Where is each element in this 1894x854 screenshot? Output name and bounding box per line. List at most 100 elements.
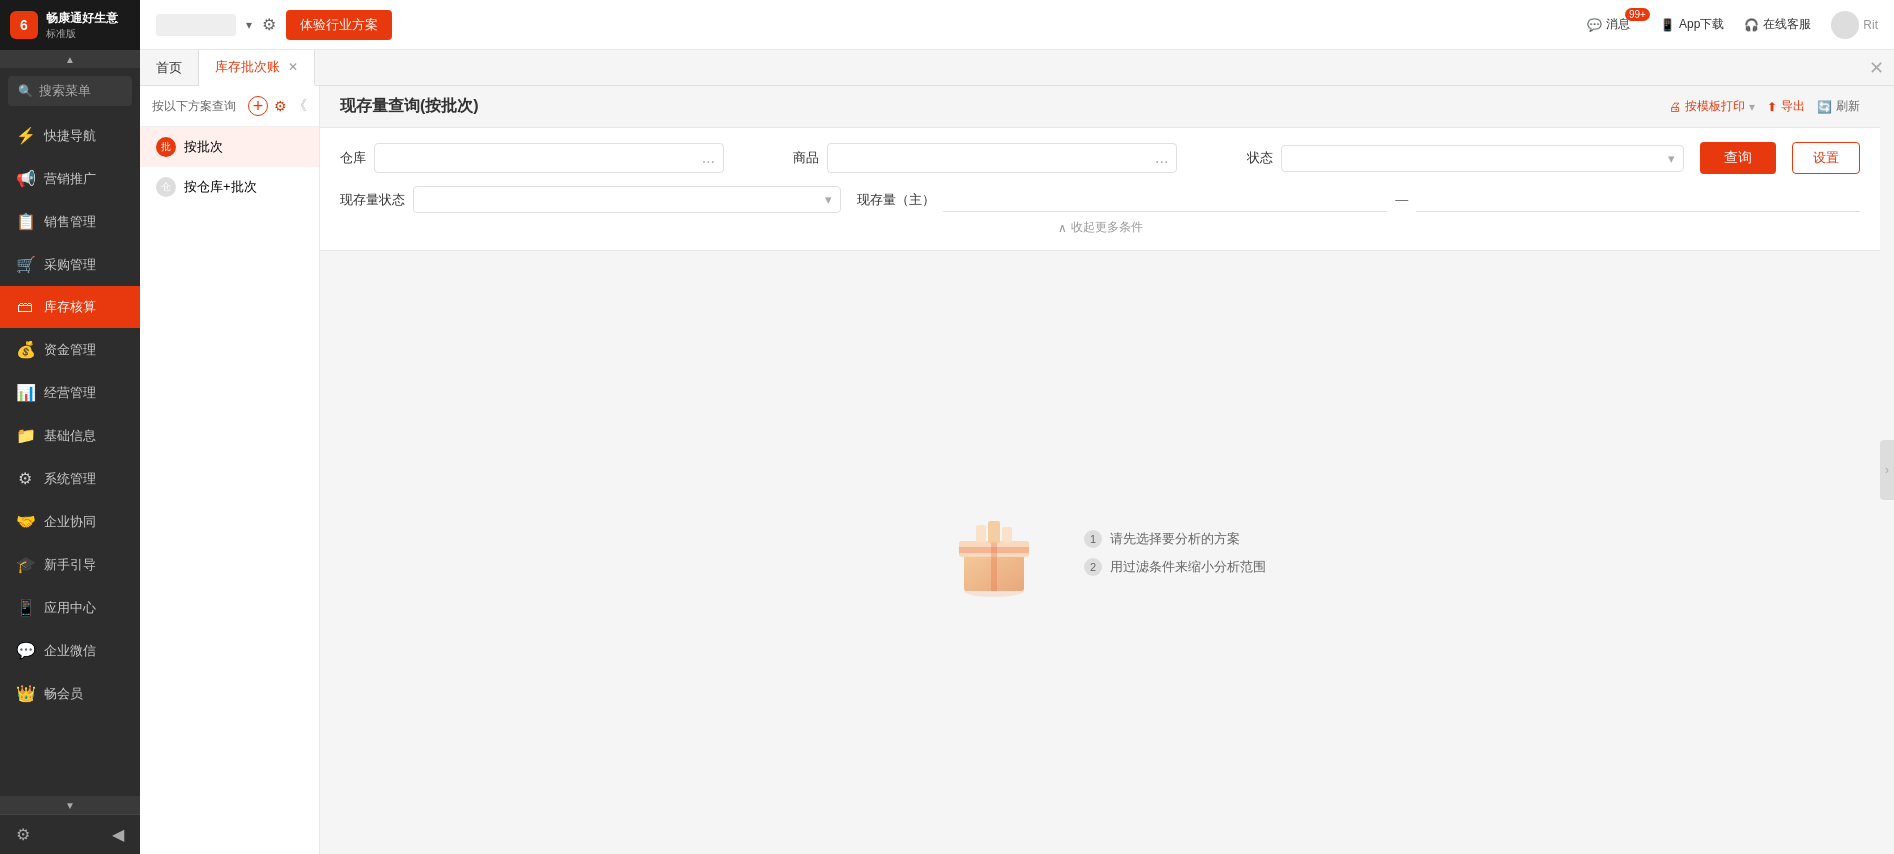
- purchase-icon: 🛒: [16, 255, 34, 274]
- tab-close-icon[interactable]: ✕: [288, 60, 298, 74]
- sidebar-item-label: 新手引导: [44, 556, 96, 574]
- topbar: ▾ ⚙ 体验行业方案 💬 消息 99+ 📱 App下载 🎧 在线客服 Rit: [140, 0, 1894, 50]
- footer-collapse-icon[interactable]: ◀: [112, 825, 124, 844]
- filter-row-1: 仓库 ... 商品 ... 状态: [340, 142, 1860, 174]
- sidebar-item-label: 畅会员: [44, 685, 83, 703]
- goods-dots-btn[interactable]: ...: [1155, 149, 1168, 167]
- headset-icon: 🎧: [1744, 18, 1759, 32]
- basic-icon: 📁: [16, 426, 34, 445]
- app-edition: 标准版: [46, 27, 118, 41]
- sidebar-item-shortcuts[interactable]: ⚡ 快捷导航: [0, 114, 140, 157]
- goods-field: 商品 ...: [793, 143, 1230, 173]
- empty-tips: 1 请先选择要分析的方案 2 用过滤条件来缩小分析范围: [1084, 530, 1266, 576]
- sidebar-item-system[interactable]: ⚙ 系统管理: [0, 457, 140, 500]
- svg-rect-5: [959, 547, 1029, 553]
- sidebar-item-app-center[interactable]: 📱 应用中心: [0, 586, 140, 629]
- status-dropdown-icon: ▾: [1668, 151, 1675, 166]
- tab-home[interactable]: 首页: [140, 50, 199, 86]
- sidebar-search[interactable]: 🔍 搜索菜单: [8, 76, 132, 106]
- left-panel-collapse-btn[interactable]: 《: [293, 97, 307, 115]
- sidebar-header: 6 畅康通好生意 标准版: [0, 0, 140, 50]
- warehouse-dots-btn[interactable]: ...: [702, 149, 715, 167]
- sidebar-item-sales[interactable]: 📋 销售管理: [0, 200, 140, 243]
- sidebar-item-finance[interactable]: 💰 资金管理: [0, 328, 140, 371]
- nav-dropdown-btn[interactable]: ▾: [246, 18, 252, 32]
- messages-btn[interactable]: 💬 消息 99+: [1587, 16, 1640, 33]
- sidebar-item-inventory[interactable]: 🗃 库存核算: [0, 286, 140, 328]
- sidebar-search-label: 搜索菜单: [39, 82, 91, 100]
- warehouse-field: 仓库 ...: [340, 143, 777, 173]
- inventory-qty-from[interactable]: [943, 188, 1387, 212]
- user-avatar-btn[interactable]: Rit: [1831, 11, 1878, 39]
- system-icon: ⚙: [16, 469, 34, 488]
- query-btn[interactable]: 查询: [1700, 142, 1776, 174]
- messages-badge: 99+: [1625, 8, 1650, 21]
- right-scroll-handle[interactable]: ›: [1880, 440, 1894, 500]
- online-service-label: 在线客服: [1763, 16, 1811, 33]
- app-download-btn[interactable]: 📱 App下载: [1660, 16, 1724, 33]
- print-dropdown-icon: ▾: [1749, 100, 1755, 114]
- sidebar-item-label: 企业协同: [44, 513, 96, 531]
- search-icon: 🔍: [18, 84, 33, 98]
- scheme-icon-red: 批: [156, 137, 176, 157]
- tab-batch-account[interactable]: 库存批次账 ✕: [199, 50, 315, 86]
- sidebar-item-label: 资金管理: [44, 341, 96, 359]
- left-panel: 按以下方案查询 + ⚙ 《 批 按批次 仓 按仓库+批次: [140, 86, 320, 854]
- scheme-settings-btn[interactable]: ⚙: [274, 98, 287, 114]
- app-center-icon: 📱: [16, 598, 34, 617]
- sidebar-item-label: 应用中心: [44, 599, 96, 617]
- inventory-status-label: 现存量状态: [340, 191, 405, 209]
- add-scheme-btn[interactable]: +: [248, 96, 268, 116]
- settings-btn[interactable]: 设置: [1792, 142, 1860, 174]
- sidebar-item-label: 销售管理: [44, 213, 96, 231]
- left-panel-actions: + ⚙ 《: [248, 96, 307, 116]
- filter-collapse-row[interactable]: ∧ 收起更多条件: [340, 213, 1860, 236]
- online-service-btn[interactable]: 🎧 在线客服: [1744, 16, 1811, 33]
- sidebar-item-member[interactable]: 👑 畅会员: [0, 672, 140, 715]
- empty-tip-1: 1 请先选择要分析的方案: [1084, 530, 1266, 548]
- collapse-label: 收起更多条件: [1071, 219, 1143, 236]
- sidebar-item-label: 经营管理: [44, 384, 96, 402]
- warehouse-input[interactable]: ...: [374, 143, 724, 173]
- svg-rect-6: [976, 525, 986, 543]
- sidebar: 6 畅康通好生意 标准版 ▲ 🔍 搜索菜单 ⚡ 快捷导航 📢 营销推广 📋 销售…: [0, 0, 140, 854]
- sidebar-item-enterprise[interactable]: 🤝 企业协同: [0, 500, 140, 543]
- scheme-item-by-batch[interactable]: 批 按批次: [140, 127, 319, 167]
- sidebar-item-basic[interactable]: 📁 基础信息: [0, 414, 140, 457]
- sidebar-item-wechat[interactable]: 💬 企业微信: [0, 629, 140, 672]
- topbar-settings-icon[interactable]: ⚙: [262, 15, 276, 34]
- enterprise-icon: 🤝: [16, 512, 34, 531]
- nav-input[interactable]: [156, 14, 236, 36]
- tip-number-2: 2: [1084, 558, 1102, 576]
- svg-rect-7: [988, 521, 1000, 543]
- sidebar-scroll-down[interactable]: ▼: [0, 796, 140, 814]
- refresh-btn[interactable]: 🔄 刷新: [1817, 98, 1860, 115]
- empty-illustration: [934, 493, 1054, 613]
- sidebar-item-purchase[interactable]: 🛒 采购管理: [0, 243, 140, 286]
- inventory-status-field: 现存量状态 ▾: [340, 186, 841, 213]
- content-area: 按以下方案查询 + ⚙ 《 批 按批次 仓 按仓库+批次 现存量查询(按批次): [140, 86, 1894, 854]
- refresh-label: 刷新: [1836, 98, 1860, 115]
- export-btn[interactable]: ⬆ 导出: [1767, 98, 1805, 115]
- goods-input[interactable]: ...: [827, 143, 1177, 173]
- shortcuts-icon: ⚡: [16, 126, 34, 145]
- status-input[interactable]: ▾: [1281, 145, 1684, 172]
- scheme-item-by-warehouse-batch[interactable]: 仓 按仓库+批次: [140, 167, 319, 207]
- tab-panel-close-btn[interactable]: ✕: [1869, 57, 1884, 79]
- footer-settings-icon[interactable]: ⚙: [16, 825, 30, 844]
- inventory-qty-to[interactable]: [1416, 188, 1860, 212]
- experience-btn[interactable]: 体验行业方案: [286, 10, 392, 40]
- left-panel-header: 按以下方案查询 + ⚙ 《: [140, 86, 319, 127]
- sidebar-item-guide[interactable]: 🎓 新手引导: [0, 543, 140, 586]
- inventory-status-input[interactable]: ▾: [413, 186, 841, 213]
- sidebar-item-marketing[interactable]: 📢 营销推广: [0, 157, 140, 200]
- empty-tip-1-text: 请先选择要分析的方案: [1110, 530, 1240, 548]
- goods-label: 商品: [793, 149, 819, 167]
- print-template-btn[interactable]: 🖨 按模板打印 ▾: [1669, 98, 1755, 115]
- operations-icon: 📊: [16, 383, 34, 402]
- empty-tip-2: 2 用过滤条件来缩小分析范围: [1084, 558, 1266, 576]
- sidebar-item-operations[interactable]: 📊 经营管理: [0, 371, 140, 414]
- sidebar-scroll-up[interactable]: ▲: [0, 50, 140, 68]
- marketing-icon: 📢: [16, 169, 34, 188]
- inventory-status-dropdown-icon: ▾: [825, 192, 832, 207]
